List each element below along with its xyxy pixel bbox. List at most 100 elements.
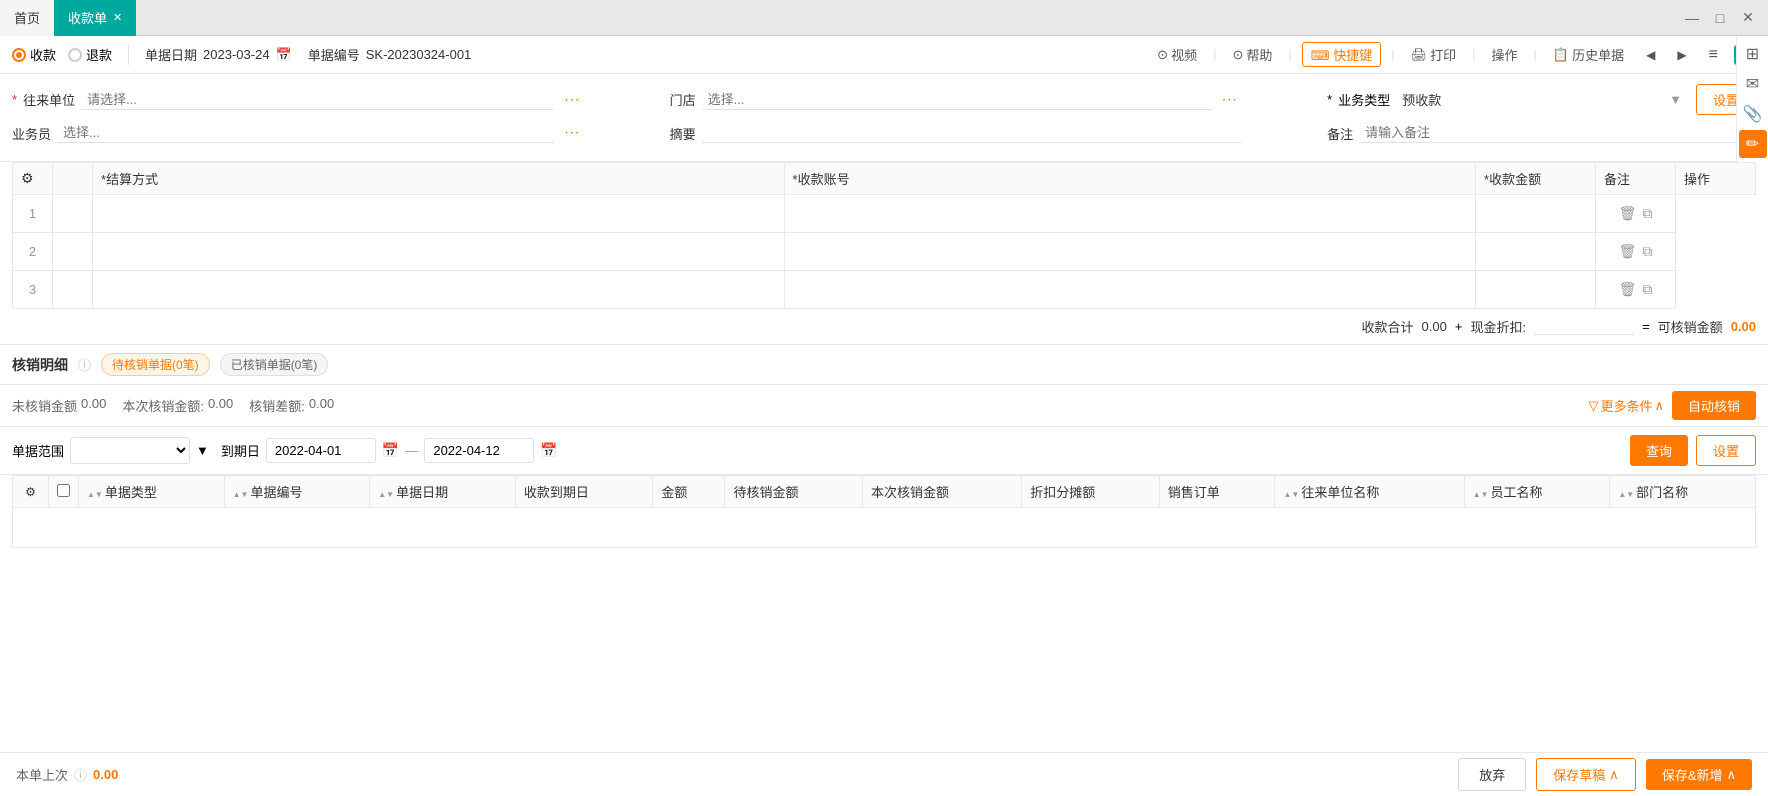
section-title: 核销明细 xyxy=(12,355,68,375)
tab-close-icon[interactable]: ✕ xyxy=(113,11,122,24)
row3-note[interactable] xyxy=(1476,271,1596,309)
radio-refund[interactable]: 退款 xyxy=(68,45,112,64)
tab-bar: 首页 收款单 ✕ — □ ✕ xyxy=(0,0,1768,36)
save-new-caret-icon[interactable]: ∧ xyxy=(1726,767,1736,783)
video-btn[interactable]: ⊙ 视频 xyxy=(1151,43,1203,66)
radio-refund-dot xyxy=(68,48,82,62)
draft-btn[interactable]: 保存草稿 ∧ xyxy=(1536,758,1636,791)
panel-table-icon[interactable]: ⊞ xyxy=(1739,40,1767,68)
summary-input[interactable] xyxy=(702,123,1242,143)
select-all-checkbox[interactable] xyxy=(57,484,70,497)
req-mark-2: * xyxy=(1327,92,1332,107)
shortcut-btn[interactable]: ⌨ 快捷键 xyxy=(1302,42,1381,67)
radio-receipt[interactable]: 收款 xyxy=(12,45,56,64)
bth-employee: ▲▼员工名称 xyxy=(1464,476,1610,508)
calendar-from-icon[interactable]: 📅 xyxy=(382,442,399,459)
auto-verify-btn[interactable]: 自动核销 xyxy=(1672,391,1756,420)
row-num-2: 2 xyxy=(13,233,53,271)
print-btn[interactable]: 🖨 打印 xyxy=(1405,43,1463,66)
copy-icon-2[interactable]: ⧉ xyxy=(1642,243,1652,260)
next-btn[interactable]: ▶ xyxy=(1671,46,1692,64)
shortcut-icon: ⌨ xyxy=(1311,48,1330,63)
range-caret: ▼ xyxy=(196,443,209,458)
help-label: 帮助 xyxy=(1246,45,1272,64)
row1-note[interactable] xyxy=(1476,195,1596,233)
plus-sign: + xyxy=(1455,319,1463,334)
current-verify-amount: 本次核销金额: 0.00 xyxy=(122,396,233,415)
row2-amount[interactable] xyxy=(784,233,1476,271)
salesman-more-btn[interactable]: ··· xyxy=(560,125,584,141)
salesman-input[interactable] xyxy=(57,123,554,143)
verify-diff: 核销差额: 0.00 xyxy=(249,396,334,415)
delete-icon-1[interactable]: 🗑 xyxy=(1619,205,1637,222)
bth-amount: 金额 xyxy=(653,476,725,508)
row2-settle[interactable] xyxy=(53,233,93,271)
info-bar: 未核销金额 0.00 本次核销金额: 0.00 核销差额: 0.00 ▽ 更多条… xyxy=(0,385,1768,427)
bth-checkbox xyxy=(49,476,79,508)
calendar-icon[interactable]: 📅 xyxy=(276,47,292,63)
summary-row: 收款合计 0.00 + 现金折扣: = 可核销金额 0.00 xyxy=(0,309,1768,345)
query-btn[interactable]: 查询 xyxy=(1630,435,1688,466)
counterpart-input[interactable] xyxy=(81,90,554,110)
query-settings-btn[interactable]: 设置 xyxy=(1696,435,1756,466)
th-settings[interactable]: ⚙ xyxy=(13,163,53,195)
list-view-btn[interactable]: ≡ xyxy=(1703,44,1724,66)
tab-home[interactable]: 首页 xyxy=(0,0,54,36)
date-from-input[interactable] xyxy=(266,438,376,463)
date-value: 2023-03-24 xyxy=(203,47,270,62)
row1-settle[interactable] xyxy=(53,195,93,233)
panel-mail-icon[interactable]: ✉ xyxy=(1739,70,1767,98)
panel-edit-icon[interactable]: ✏ xyxy=(1739,130,1767,158)
draft-caret-icon[interactable]: ∧ xyxy=(1609,767,1619,783)
row3-amount[interactable] xyxy=(784,271,1476,309)
minimize-btn[interactable]: — xyxy=(1680,6,1704,30)
row2-account[interactable] xyxy=(93,233,785,271)
last-record-label: 本单上次 xyxy=(16,765,68,784)
copy-icon-1[interactable]: ⧉ xyxy=(1642,205,1652,222)
tab-pending[interactable]: 待核销单据(0笔) xyxy=(101,353,210,376)
bottom-table-section: ⚙ ▲▼单据类型 ▲▼单据编号 ▲▼单据日期 收款到期日 金额 待核销金额 本次… xyxy=(0,475,1768,548)
calendar-to-icon[interactable]: 📅 xyxy=(540,442,557,459)
operation-btn[interactable]: 操作 xyxy=(1486,43,1524,66)
range-select[interactable] xyxy=(70,437,190,464)
copy-icon-3[interactable]: ⧉ xyxy=(1642,281,1652,298)
close-btn[interactable]: ✕ xyxy=(1736,6,1760,30)
th-note: 备注 xyxy=(1596,163,1676,195)
panel-attachment-icon[interactable]: 📎 xyxy=(1739,100,1767,128)
store-label: 门店 xyxy=(670,90,696,109)
delete-icon-3[interactable]: 🗑 xyxy=(1619,281,1637,298)
row3-settle[interactable] xyxy=(53,271,93,309)
radio-receipt-dot xyxy=(12,48,26,62)
save-new-btn[interactable]: 保存&新增 ∧ xyxy=(1646,759,1752,790)
note-input[interactable] xyxy=(1359,123,1756,143)
row2-note[interactable] xyxy=(1476,233,1596,271)
bth-sales-order: 销售订单 xyxy=(1159,476,1275,508)
row3-account[interactable] xyxy=(93,271,785,309)
date-to-input[interactable] xyxy=(424,438,534,463)
current-verify-label: 本次核销金额: xyxy=(122,396,204,415)
store-input[interactable] xyxy=(702,90,1212,110)
abandon-btn[interactable]: 放弃 xyxy=(1458,758,1526,791)
help-btn[interactable]: ⊙ 帮助 xyxy=(1226,43,1278,66)
tab-receipt[interactable]: 收款单 ✕ xyxy=(54,0,136,36)
table-row: 2 🗑 ⧉ xyxy=(13,233,1756,271)
more-conditions-btn[interactable]: ▽ 更多条件 ∧ xyxy=(1588,396,1664,415)
row1-amount[interactable] xyxy=(784,195,1476,233)
current-verify-value: 0.00 xyxy=(208,396,233,415)
store-more-btn[interactable]: ··· xyxy=(1217,92,1241,108)
history-icon: 📋 xyxy=(1553,47,1569,63)
delete-icon-2[interactable]: 🗑 xyxy=(1619,243,1637,260)
bth-bill-no: ▲▼单据编号 xyxy=(224,476,370,508)
biz-type-caret[interactable]: ▼ xyxy=(1669,92,1682,107)
discount-input[interactable] xyxy=(1534,319,1634,335)
bth-pending-amount: 待核销金额 xyxy=(725,476,863,508)
history-btn[interactable]: 📋 历史单据 xyxy=(1547,43,1630,66)
counterpart-more-btn[interactable]: ··· xyxy=(560,92,584,108)
billno-field: 单据编号 SK-20230324-001 xyxy=(308,45,472,64)
prev-btn[interactable]: ◀ xyxy=(1640,46,1661,64)
bth-settings[interactable]: ⚙ xyxy=(13,476,49,508)
maximize-btn[interactable]: □ xyxy=(1708,6,1732,30)
video-icon: ⊙ xyxy=(1157,47,1168,63)
row1-account[interactable] xyxy=(93,195,785,233)
tab-verified[interactable]: 已核销单据(0笔) xyxy=(220,353,329,376)
